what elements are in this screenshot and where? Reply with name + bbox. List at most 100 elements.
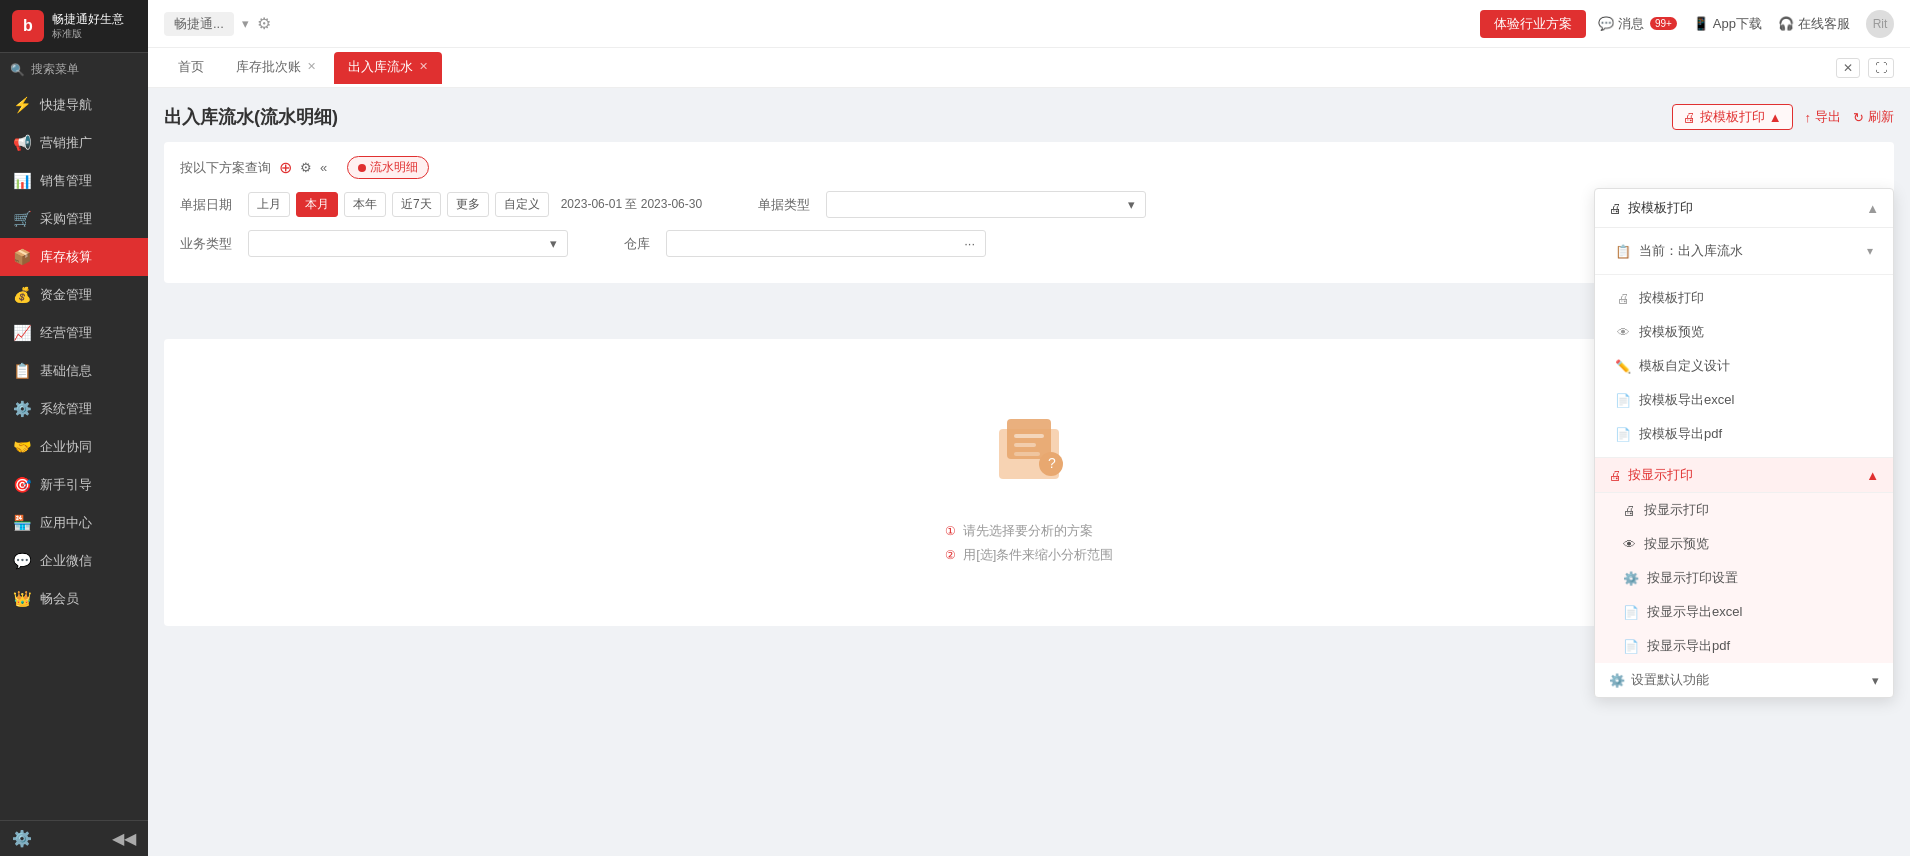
- basic-icon: 📋: [12, 362, 32, 380]
- username-display[interactable]: 畅捷通...: [164, 12, 234, 36]
- print-template-btn[interactable]: 🖨 按模板打印 ▲: [1672, 104, 1793, 130]
- tab-flow-label: 出入库流水: [348, 58, 413, 76]
- sidebar-nav: ⚡ 快捷导航 📢 营销推广 📊 销售管理 🛒 采购管理 📦 库存核算 💰 资金管…: [0, 86, 148, 820]
- sidebar-item-member[interactable]: 👑 畅会员: [0, 580, 148, 618]
- messages-label: 消息: [1618, 15, 1644, 33]
- sidebar-item-app-center[interactable]: 🏪 应用中心: [0, 504, 148, 542]
- date-range-display: 2023-06-01 至 2023-06-30: [561, 196, 702, 213]
- date-btn-7days[interactable]: 近7天: [392, 192, 441, 217]
- sidebar-item-sales[interactable]: 📊 销售管理: [0, 162, 148, 200]
- display-print-label: 按显示打印: [1644, 501, 1709, 519]
- date-btn-more[interactable]: 更多: [447, 192, 489, 217]
- filter-collapse-icon[interactable]: «: [320, 160, 327, 175]
- display-section-label: 按显示打印: [1628, 466, 1693, 484]
- sidebar-item-system[interactable]: ⚙️ 系统管理: [0, 390, 148, 428]
- dropdown-template-excel[interactable]: 📄 按模板导出excel: [1595, 383, 1893, 417]
- online-service-btn[interactable]: 🎧 在线客服: [1778, 15, 1850, 33]
- sidebar-item-finance[interactable]: 💰 资金管理: [0, 276, 148, 314]
- hint1-num: ①: [945, 524, 956, 538]
- sidebar-item-inventory[interactable]: 📦 库存核算: [0, 238, 148, 276]
- sidebar-item-operations[interactable]: 📈 经营管理: [0, 314, 148, 352]
- settings-gear-icon[interactable]: ⚙: [257, 14, 271, 33]
- export-btn[interactable]: ↑ 导出: [1805, 108, 1842, 126]
- filter-settings-icon[interactable]: ⚙: [300, 160, 312, 175]
- app-name: 畅捷通好生意: [52, 11, 124, 28]
- voucher-type-select[interactable]: ▾: [826, 191, 1146, 218]
- sidebar-item-wechat[interactable]: 💬 企业微信: [0, 542, 148, 580]
- tab-batch-account[interactable]: 库存批次账 ✕: [222, 52, 330, 84]
- logo-area: b 畅捷通好生意 标准版: [0, 0, 148, 53]
- quick-nav-icon: ⚡: [12, 96, 32, 114]
- hint2-text: 用[选]条件来缩小分析范围: [963, 547, 1113, 562]
- display-print-icon: 🖨: [1623, 503, 1636, 518]
- date-btn-custom[interactable]: 自定义: [495, 192, 549, 217]
- business-type-dropdown-icon: ▾: [550, 236, 557, 251]
- display-excel-icon: 📄: [1623, 605, 1639, 620]
- sidebar: b 畅捷通好生意 标准版 🔍 搜索菜单 ⚡ 快捷导航 📢 营销推广 📊 销售管理…: [0, 0, 148, 856]
- dropdown-template-pdf[interactable]: 📄 按模板导出pdf: [1595, 417, 1893, 451]
- current-template-item[interactable]: 📋 当前：出入库流水 ▾: [1595, 234, 1893, 268]
- template-preview-icon: 👁: [1615, 324, 1631, 340]
- logo-text-block: 畅捷通好生意 标准版: [52, 11, 124, 42]
- date-btn-last-month[interactable]: 上月: [248, 192, 290, 217]
- warehouse-more-icon: ···: [964, 236, 975, 251]
- search-label: 搜索菜单: [31, 61, 79, 78]
- logo-icon: b: [12, 10, 44, 42]
- footer-chevron-icon: ▾: [1872, 673, 1879, 688]
- sidebar-item-label: 新手引导: [40, 476, 92, 494]
- trial-btn[interactable]: 体验行业方案: [1480, 10, 1586, 38]
- template-excel-icon: 📄: [1615, 392, 1631, 408]
- app-download-btn[interactable]: 📱 App下载: [1693, 15, 1762, 33]
- sidebar-item-guide[interactable]: 🎯 新手引导: [0, 466, 148, 504]
- dropdown-display-print[interactable]: 🖨 按显示打印: [1595, 493, 1893, 527]
- print-header-icon: 🖨: [1609, 201, 1622, 216]
- tab-batch-account-label: 库存批次账: [236, 58, 301, 76]
- date-label: 单据日期: [180, 196, 232, 214]
- dropdown-display-preview[interactable]: 👁 按显示预览: [1595, 527, 1893, 561]
- messages-icon: 💬: [1598, 16, 1614, 31]
- date-btn-this-year[interactable]: 本年: [344, 192, 386, 217]
- sidebar-item-purchase[interactable]: 🛒 采购管理: [0, 200, 148, 238]
- wechat-icon: 💬: [12, 552, 32, 570]
- operations-icon: 📈: [12, 324, 32, 342]
- inventory-icon: 📦: [12, 248, 32, 266]
- add-filter-icon[interactable]: ⊕: [279, 158, 292, 177]
- display-print-section-header[interactable]: 🖨 按显示打印 ▲: [1595, 458, 1893, 493]
- display-pdf-label: 按显示导出pdf: [1647, 637, 1730, 655]
- dropdown-template-custom[interactable]: ✏️ 模板自定义设计: [1595, 349, 1893, 383]
- sidebar-item-quick-nav[interactable]: ⚡ 快捷导航: [0, 86, 148, 124]
- business-type-select[interactable]: ▾: [248, 230, 568, 257]
- tab-flow[interactable]: 出入库流水 ✕: [334, 52, 442, 84]
- dropdown-display-pdf[interactable]: 📄 按显示导出pdf: [1595, 629, 1893, 663]
- dropdown-chevron-up[interactable]: ▲: [1866, 201, 1879, 216]
- print-dropdown-chevron[interactable]: ▲: [1769, 110, 1782, 125]
- tab-flow-close-icon[interactable]: ✕: [419, 60, 428, 73]
- dropdown-display-settings[interactable]: ⚙️ 按显示打印设置: [1595, 561, 1893, 595]
- dropdown-template-print[interactable]: 🖨 按模板打印: [1595, 281, 1893, 315]
- messages-btn[interactable]: 💬 消息 99+: [1598, 15, 1677, 33]
- tab-close-all-btn[interactable]: ✕: [1836, 58, 1860, 78]
- username-dropdown-icon[interactable]: ▾: [242, 16, 249, 31]
- sidebar-item-collab[interactable]: 🤝 企业协同: [0, 428, 148, 466]
- sidebar-item-marketing[interactable]: 📢 营销推广: [0, 124, 148, 162]
- tab-bar: 首页 库存批次账 ✕ 出入库流水 ✕ ✕ ⛶: [148, 48, 1910, 88]
- system-icon: ⚙️: [12, 400, 32, 418]
- sales-icon: 📊: [12, 172, 32, 190]
- warehouse-select[interactable]: ···: [666, 230, 986, 257]
- dropdown-template-preview[interactable]: 👁 按模板预览: [1595, 315, 1893, 349]
- current-selection-section: 📋 当前：出入库流水 ▾: [1595, 228, 1893, 275]
- dropdown-footer[interactable]: ⚙️ 设置默认功能 ▾: [1595, 663, 1893, 697]
- dropdown-display-excel[interactable]: 📄 按显示导出excel: [1595, 595, 1893, 629]
- sidebar-item-basic[interactable]: 📋 基础信息: [0, 352, 148, 390]
- tab-batch-close-icon[interactable]: ✕: [307, 60, 316, 73]
- settings-footer-icon[interactable]: ⚙️: [12, 829, 32, 848]
- sidebar-search[interactable]: 🔍 搜索菜单: [0, 53, 148, 86]
- date-btn-this-month[interactable]: 本月: [296, 192, 338, 217]
- tab-home[interactable]: 首页: [164, 52, 218, 84]
- collapse-sidebar-icon[interactable]: ◀◀: [112, 829, 136, 848]
- refresh-btn[interactable]: ↻ 刷新: [1853, 108, 1894, 126]
- user-avatar[interactable]: Rit: [1866, 10, 1894, 38]
- app-version: 标准版: [52, 27, 124, 41]
- empty-hint1: ① 请先选择要分析的方案: [945, 519, 1114, 543]
- tab-maximize-btn[interactable]: ⛶: [1868, 58, 1894, 78]
